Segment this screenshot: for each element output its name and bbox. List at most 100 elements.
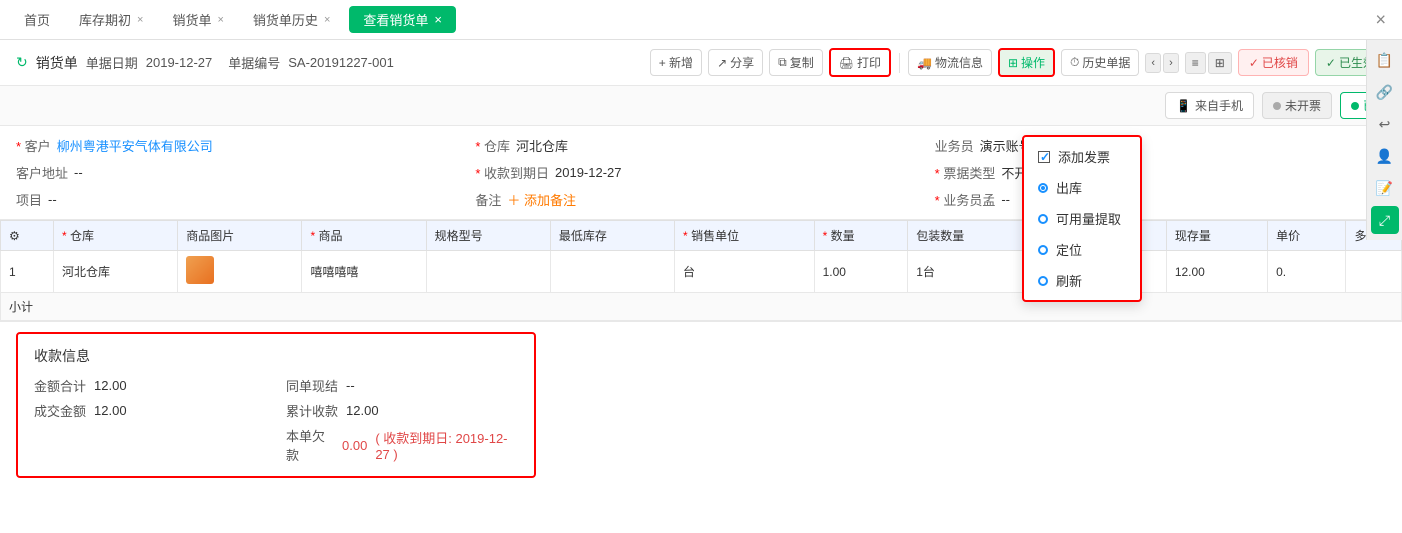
grid-view-button[interactable]: ⊞ bbox=[1208, 52, 1232, 74]
logistics-button[interactable]: 🚚 物流信息 bbox=[908, 49, 992, 76]
main-content: ↻ 销货单 单据日期 2019-12-27 单据编号 SA-20191227-0… bbox=[0, 40, 1402, 533]
prev-button[interactable]: ‹ bbox=[1145, 53, 1161, 73]
current-due-value: 0.00 bbox=[342, 438, 367, 453]
warehouse-label: 仓库 bbox=[475, 136, 510, 155]
tab-sales[interactable]: 销货单 × bbox=[158, 0, 238, 39]
tab-inventory[interactable]: 库存期初 × bbox=[65, 0, 158, 39]
sidebar-clipboard-icon[interactable]: 📋 bbox=[1371, 46, 1399, 74]
cumulative-payment-value: 12.00 bbox=[346, 403, 379, 418]
not-open-button[interactable]: 未开票 bbox=[1262, 92, 1332, 119]
print-icon: 🖨 bbox=[839, 56, 854, 70]
total-amount-label: 金额合计 bbox=[34, 376, 86, 395]
sidebar-user-icon[interactable]: 👤 bbox=[1371, 142, 1399, 170]
col-goods: 商品 bbox=[302, 221, 426, 251]
dropdown-locate[interactable]: 定位 bbox=[1024, 234, 1140, 265]
green-dot-icon bbox=[1351, 102, 1359, 110]
history-button[interactable]: ⏱ 历史单据 bbox=[1061, 49, 1139, 76]
tab-bar: 首页 库存期初 × 销货单 × 销货单历史 × 查看销货单 × × bbox=[0, 0, 1402, 40]
grid-icon: ⊞ bbox=[1008, 56, 1018, 70]
staff2-value: -- bbox=[1001, 192, 1010, 207]
address-field: 客户地址 -- bbox=[16, 163, 467, 182]
table-wrap: ⚙ 仓库 商品图片 商品 规格型号 最低库存 销售单位 数量 包装数量 可用量 … bbox=[0, 220, 1402, 322]
subtotal-label: 小计 bbox=[1, 293, 1402, 321]
table-row: 1 河北仓库 嘻嘻嘻嘻 台 1.00 1台 12.00 0. bbox=[1, 251, 1402, 293]
current-due-row: 本单欠款 0.00 ( 收款到期日: 2019-12-27 ) bbox=[286, 426, 518, 464]
document-title-section: ↻ 销货单 单据日期 2019-12-27 单据编号 SA-20191227-0… bbox=[16, 53, 394, 73]
customer-field: 客户 柳州粤港平安气体有限公司 bbox=[16, 136, 467, 155]
cell-goods: 嘻嘻嘻嘻 bbox=[302, 251, 426, 293]
product-image bbox=[186, 256, 214, 284]
sidebar-expand-icon[interactable]: ⤢ bbox=[1371, 206, 1399, 234]
due-date-note: ( 收款到期日: 2019-12-27 ) bbox=[375, 428, 518, 462]
current-due-label: 本单欠款 bbox=[286, 426, 334, 464]
subtotal-row: 小计 bbox=[1, 293, 1402, 321]
tab-home[interactable]: 首页 bbox=[10, 0, 65, 39]
dropdown-outbound[interactable]: 出库 bbox=[1024, 172, 1140, 203]
project-value: -- bbox=[48, 192, 57, 207]
address-value: -- bbox=[74, 165, 83, 180]
radio-locate-icon bbox=[1038, 245, 1048, 255]
cell-current-stock: 12.00 bbox=[1166, 251, 1267, 293]
window-close-button[interactable]: × bbox=[1375, 9, 1386, 30]
col-unit-price: 单价 bbox=[1268, 221, 1346, 251]
dropdown-refresh[interactable]: 刷新 bbox=[1024, 265, 1140, 296]
payment-info-grid: 金额合计 12.00 同单现结 -- 成交金额 12.00 累计收款 12.00… bbox=[34, 376, 518, 464]
customer-value[interactable]: 柳州粤港平安气体有限公司 bbox=[57, 136, 213, 155]
cell-min-stock bbox=[550, 251, 674, 293]
tab-sales-close[interactable]: × bbox=[217, 14, 223, 26]
share-icon: ↗ bbox=[717, 56, 727, 70]
tab-view-sales-close[interactable]: × bbox=[434, 12, 442, 27]
product-table: ⚙ 仓库 商品图片 商品 规格型号 最低库存 销售单位 数量 包装数量 可用量 … bbox=[0, 220, 1402, 321]
project-field: 项目 -- bbox=[16, 190, 467, 209]
cell-unit-price: 0. bbox=[1268, 251, 1346, 293]
col-gear[interactable]: ⚙ bbox=[1, 221, 54, 251]
check-icon: ✓ bbox=[1249, 56, 1259, 70]
dropdown-available-qty[interactable]: 可用量提取 bbox=[1024, 203, 1140, 234]
warehouse-field: 仓库 河北仓库 bbox=[475, 136, 926, 155]
cell-more bbox=[1346, 251, 1402, 293]
tab-inventory-close[interactable]: × bbox=[137, 14, 143, 26]
cell-spec bbox=[426, 251, 550, 293]
gear-icon: ⚙ bbox=[9, 229, 20, 243]
dropdown-add-invoice[interactable]: ✓ 添加发票 bbox=[1024, 141, 1140, 172]
tab-sales-history[interactable]: 销货单历史 × bbox=[239, 0, 345, 39]
document-type-label: 销货单 bbox=[36, 53, 78, 73]
list-view-button[interactable]: ≡ bbox=[1185, 52, 1206, 74]
ticket-type-field: 票据类型 不开票 bbox=[935, 163, 1386, 182]
sidebar-link-icon[interactable]: 🔗 bbox=[1371, 78, 1399, 106]
sidebar-note-icon[interactable]: 📝 bbox=[1371, 174, 1399, 202]
table-header-row: ⚙ 仓库 商品图片 商品 规格型号 最低库存 销售单位 数量 包装数量 可用量 … bbox=[1, 221, 1402, 251]
copy-button[interactable]: ⧉ 复制 bbox=[769, 49, 823, 76]
new-button[interactable]: + 新增 bbox=[650, 49, 702, 76]
print-button[interactable]: 🖨 打印 bbox=[829, 48, 891, 77]
sidebar-reply-icon[interactable]: ↩ bbox=[1371, 110, 1399, 138]
view-toggle: ≡ ⊞ bbox=[1185, 52, 1232, 74]
form-section: 客户 柳州粤港平安气体有限公司 仓库 河北仓库 业务员 演示账号 客户地址 --… bbox=[0, 126, 1402, 220]
check-circle-icon: ✓ bbox=[1326, 56, 1336, 70]
same-order-settle-label: 同单现结 bbox=[286, 376, 338, 395]
project-label: 项目 bbox=[16, 190, 42, 209]
plus-icon: ＋ bbox=[507, 193, 520, 208]
staff-field: 业务员 演示账号 bbox=[935, 136, 1386, 155]
customer-label: 客户 bbox=[16, 136, 51, 155]
tab-view-sales[interactable]: 查看销货单 × bbox=[349, 6, 456, 33]
add-note-button[interactable]: ＋ 添加备注 bbox=[507, 190, 576, 209]
col-spec: 规格型号 bbox=[426, 221, 550, 251]
deal-amount-label: 成交金额 bbox=[34, 401, 86, 420]
toolbar-row: 📱 来自手机 未开票 已 bbox=[0, 86, 1402, 126]
staff2-label: 业务员孟 bbox=[935, 190, 996, 209]
sold-status-button[interactable]: ✓ 已核销 bbox=[1238, 49, 1309, 76]
nav-arrows: ‹ › bbox=[1145, 53, 1178, 73]
tab-sales-history-close[interactable]: × bbox=[324, 14, 330, 26]
next-button[interactable]: › bbox=[1163, 53, 1179, 73]
payment-info-title: 收款信息 bbox=[34, 346, 518, 366]
document-meta: 单据日期 2019-12-27 单据编号 SA-20191227-001 bbox=[86, 53, 394, 72]
col-img: 商品图片 bbox=[178, 221, 302, 251]
operation-dropdown: ✓ 添加发票 出库 可用量提取 定位 刷新 bbox=[1022, 135, 1142, 302]
col-warehouse: 仓库 bbox=[54, 221, 178, 251]
from-phone-button[interactable]: 📱 来自手机 bbox=[1165, 92, 1254, 119]
operation-button[interactable]: ⊞ 操作 bbox=[998, 48, 1055, 77]
gray-dot-icon bbox=[1273, 102, 1281, 110]
share-button[interactable]: ↗ 分享 bbox=[708, 49, 763, 76]
col-min-stock: 最低库存 bbox=[550, 221, 674, 251]
